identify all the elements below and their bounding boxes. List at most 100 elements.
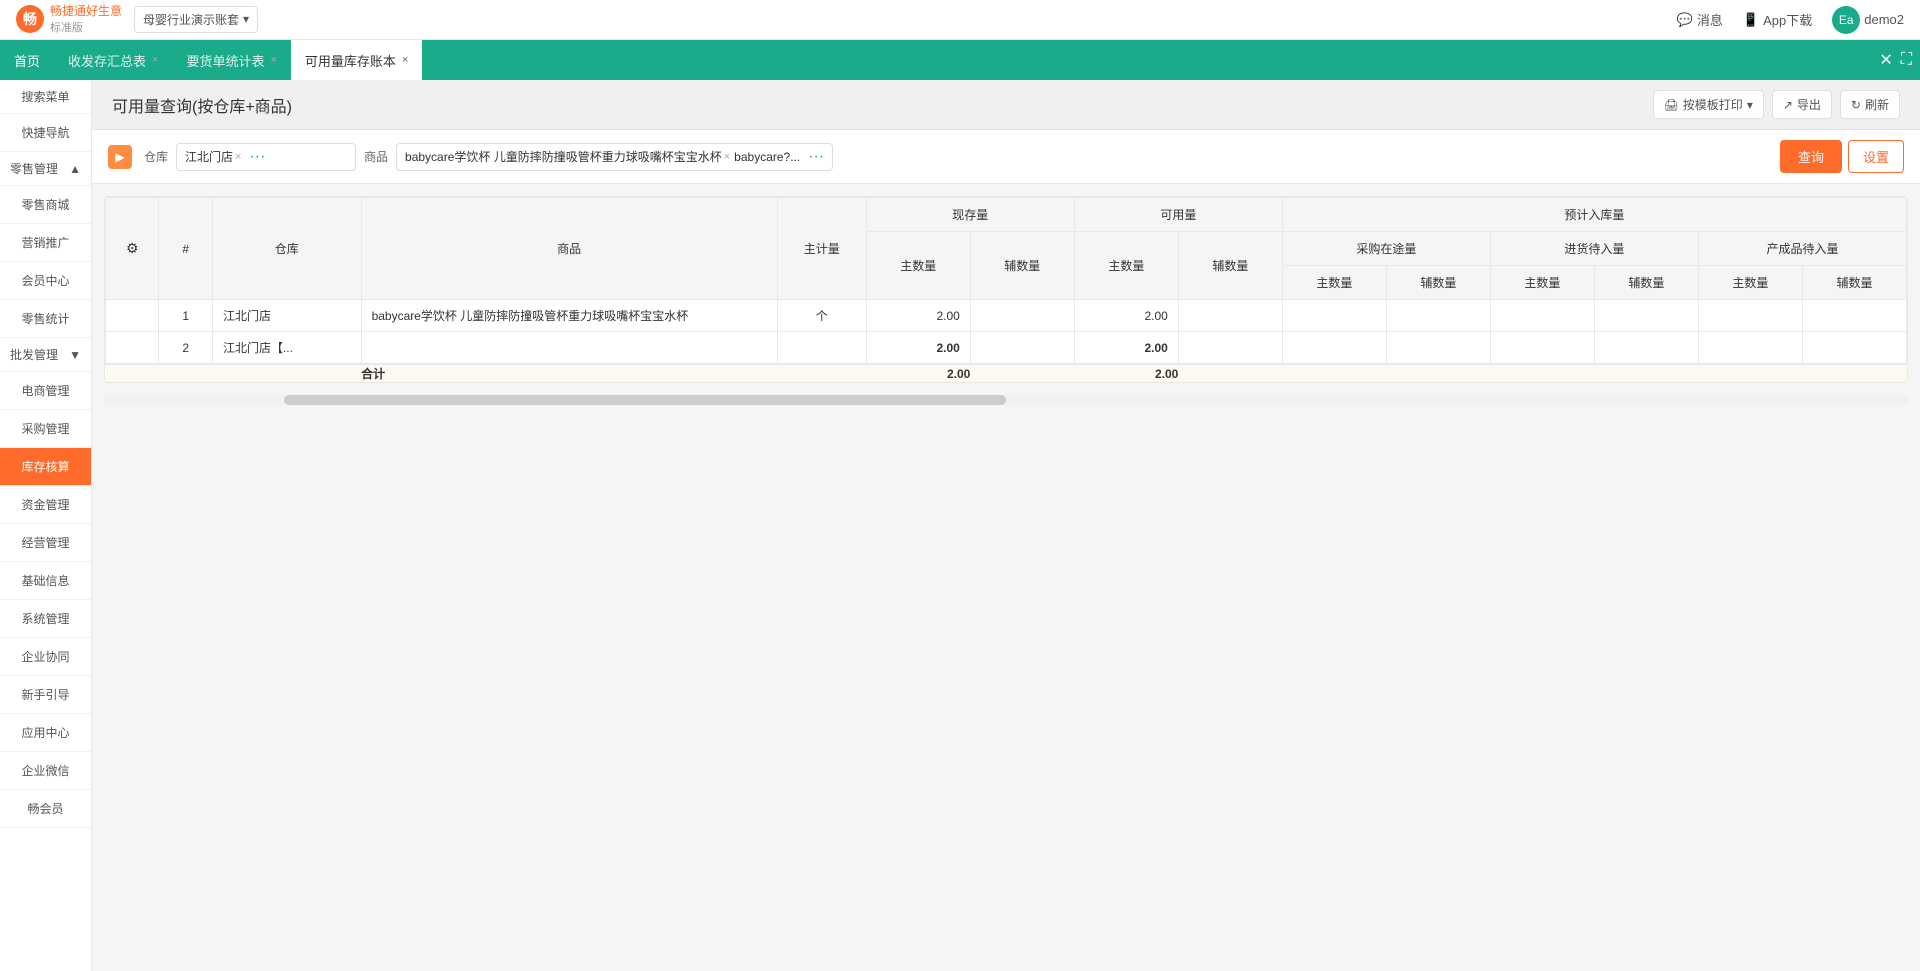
- sidebar-item-operations[interactable]: 经营管理: [0, 524, 91, 562]
- product-more-btn[interactable]: ···: [808, 148, 824, 166]
- sidebar-item-ecommerce[interactable]: 电商管理: [0, 372, 91, 410]
- row2-stock-sub: [970, 332, 1074, 365]
- query-btn[interactable]: 查询: [1780, 140, 1842, 173]
- scrollbar-thumb[interactable]: [284, 395, 1006, 405]
- warehouse-filter-label: 仓库: [144, 148, 168, 165]
- operations-label: 经营管理: [21, 534, 69, 551]
- sidebar-item-basic-info[interactable]: 基础信息: [0, 562, 91, 600]
- sidebar-item-wholesale-mgmt[interactable]: 批发管理 ▼: [0, 338, 91, 372]
- row2-avail-sub: [1178, 332, 1282, 365]
- refresh-btn[interactable]: ↻ 刷新: [1840, 90, 1900, 119]
- col-purchase-transit-main-header: 主数量: [1282, 266, 1386, 300]
- row2-avail-main: 2.00: [1074, 332, 1178, 365]
- row1-goods-pending-sub: [1594, 300, 1698, 332]
- row2-purchase-transit-main: [1282, 332, 1386, 365]
- col-avail-main-header: 主数量: [1074, 232, 1178, 300]
- sidebar-item-inventory[interactable]: 库存核算: [0, 448, 91, 486]
- message-btn[interactable]: 💬 消息: [1677, 10, 1723, 29]
- close-all-tabs-icon[interactable]: ✕: [1879, 50, 1892, 70]
- col-stock-sub-header: 辅数量: [970, 232, 1074, 300]
- col-goods-pending-header: 进货待入量: [1490, 232, 1698, 266]
- page-header-actions: 🖨 按模板打印 ▾ ↗ 导出 ↻ 刷新: [1653, 90, 1900, 119]
- product-tag-2: babycare?...: [734, 150, 800, 164]
- sidebar-item-retail-shop[interactable]: 零售商城: [0, 186, 91, 224]
- row2-goods-pending-sub: [1594, 332, 1698, 365]
- export-btn[interactable]: ↗ 导出: [1772, 90, 1832, 119]
- print-template-btn[interactable]: 🖨 按模板打印 ▾: [1653, 90, 1764, 119]
- purchase-mgmt-label: 采购管理: [21, 420, 69, 437]
- sidebar-item-member[interactable]: 畅会员: [0, 790, 91, 828]
- tab-available-stock-close[interactable]: ×: [402, 54, 408, 66]
- filter-expand-btn[interactable]: ▶: [108, 145, 132, 169]
- industry-selector[interactable]: 母婴行业演示账套 ▾: [134, 6, 258, 33]
- tab-income-expense-close[interactable]: ×: [152, 54, 158, 66]
- top-bar: 畅 畅捷通好生意 标准版 母婴行业演示账套 ▾ 💬 消息 📱 App下载 Ea …: [0, 0, 1920, 40]
- warehouse-tag-close[interactable]: ×: [235, 151, 241, 163]
- export-icon: ↗: [1783, 98, 1793, 112]
- product-filter-input[interactable]: babycare学饮杯 儿童防摔防撞吸管杯重力球吸嘴杯宝宝水杯 × babyca…: [396, 143, 833, 171]
- settings-gear-icon[interactable]: ⚙: [126, 240, 139, 256]
- product-tag-2-value: babycare?...: [734, 150, 800, 164]
- sidebar-item-enterprise-wechat[interactable]: 企业微信: [0, 752, 91, 790]
- refresh-icon: ↻: [1851, 98, 1861, 112]
- row2-unit: [777, 332, 866, 365]
- warehouse-tag: 江北门店 ×: [185, 148, 241, 165]
- sidebar-item-finance[interactable]: 资金管理: [0, 486, 91, 524]
- warehouse-filter-input[interactable]: 江北门店 × ···: [176, 143, 356, 171]
- col-warehouse-header: 仓库: [212, 198, 361, 300]
- product-tag-1-close[interactable]: ×: [724, 151, 730, 163]
- col-purchase-transit-header: 采购在途量: [1282, 232, 1490, 266]
- sidebar-item-enterprise-collab[interactable]: 企业协同: [0, 638, 91, 676]
- row1-product-pending-sub: [1802, 300, 1906, 332]
- tab-available-stock[interactable]: 可用量库存账本 ×: [291, 40, 422, 80]
- col-stock-main-header: 主数量: [866, 232, 970, 300]
- product-filter-label: 商品: [364, 148, 388, 165]
- tab-order-stats-close[interactable]: ×: [270, 54, 276, 66]
- product-tag-1: babycare学饮杯 儿童防摔防撞吸管杯重力球吸嘴杯宝宝水杯 ×: [405, 148, 730, 165]
- tab-home-label: 首页: [14, 51, 40, 70]
- row1-product: babycare学饮杯 儿童防摔防撞吸管杯重力球吸嘴杯宝宝水杯: [361, 300, 777, 332]
- tab-order-stats[interactable]: 要货单统计表 ×: [172, 40, 290, 80]
- footer-unit: [777, 364, 866, 382]
- tab-income-expense[interactable]: 收发存汇总表 ×: [54, 40, 172, 80]
- message-label: 消息: [1697, 10, 1723, 29]
- new-guide-label: 新手引导: [21, 686, 69, 703]
- col-current-stock-header: 现存量: [866, 198, 1074, 232]
- sidebar-item-retail-mgmt[interactable]: 零售管理 ▲: [0, 152, 91, 186]
- col-available-header: 可用量: [1074, 198, 1282, 232]
- row1-num: 1: [159, 300, 212, 332]
- logo-icon: 畅: [16, 5, 44, 33]
- row1-purchase-transit-main: [1282, 300, 1386, 332]
- col-settings-header[interactable]: ⚙: [106, 198, 159, 300]
- app-download-btn[interactable]: 📱 App下载: [1743, 10, 1812, 29]
- col-num-header: #: [159, 198, 212, 300]
- footer-stock-sub: [970, 364, 1074, 382]
- sidebar-item-marketing[interactable]: 营销推广: [0, 224, 91, 262]
- col-goods-pending-sub-header: 辅数量: [1594, 266, 1698, 300]
- logo-sub: 标准版: [50, 19, 122, 35]
- filter-row: 仓库 江北门店 × ··· 商品 babycare学饮杯 儿童防摔防撞吸管杯重力…: [144, 143, 1768, 171]
- retail-stats-label: 零售统计: [21, 310, 69, 327]
- sidebar-item-search[interactable]: 搜索菜单: [0, 80, 91, 114]
- sidebar-item-new-guide[interactable]: 新手引导: [0, 676, 91, 714]
- tab-home[interactable]: 首页: [0, 40, 54, 80]
- sidebar-item-member-center[interactable]: 会员中心: [0, 262, 91, 300]
- user-area[interactable]: Ea demo2: [1832, 6, 1904, 34]
- row1-unit: 个: [777, 300, 866, 332]
- sidebar-item-quick-nav[interactable]: 快捷导航: [0, 114, 91, 152]
- row2-product: [361, 332, 777, 365]
- sidebar-item-app-center[interactable]: 应用中心: [0, 714, 91, 752]
- table-header-row-1: ⚙ # 仓库 商品 主计量 现存量 可用量 预计入库量: [106, 198, 1907, 232]
- row2-settings: [106, 332, 159, 365]
- tab-income-expense-label: 收发存汇总表: [68, 51, 146, 70]
- data-table: ⚙ # 仓库 商品 主计量 现存量 可用量 预计入库量 主数量 辅数量 主数量: [105, 197, 1907, 382]
- sidebar-item-purchase-mgmt[interactable]: 采购管理: [0, 410, 91, 448]
- horizontal-scrollbar[interactable]: [104, 395, 1908, 405]
- footer-stock-main: 2.00: [866, 364, 970, 382]
- warehouse-more-btn[interactable]: ···: [249, 148, 265, 166]
- settings-btn[interactable]: 设置: [1848, 140, 1904, 173]
- sidebar-item-retail-stats[interactable]: 零售统计: [0, 300, 91, 338]
- user-label: demo2: [1864, 12, 1904, 27]
- sidebar-item-system[interactable]: 系统管理: [0, 600, 91, 638]
- expand-icon[interactable]: ⛶: [1901, 51, 1912, 69]
